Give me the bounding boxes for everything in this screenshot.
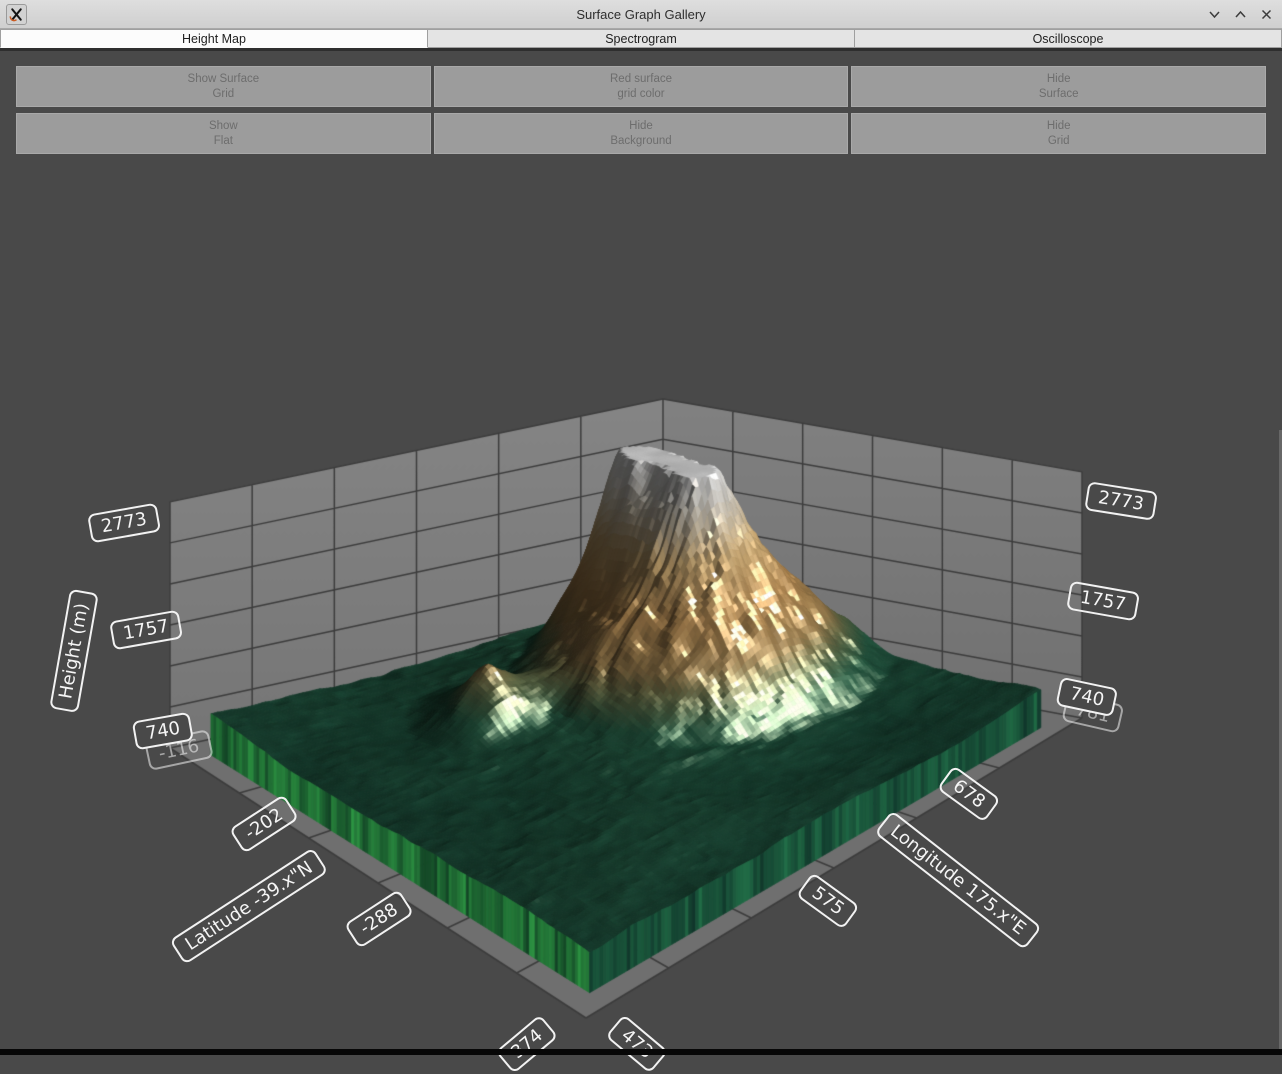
minimize-button[interactable] <box>1206 6 1222 22</box>
close-button[interactable] <box>1258 6 1274 22</box>
toolbar: Show SurfaceGridRed surfacegrid colorHid… <box>16 66 1266 154</box>
button-show-surface-grid[interactable]: Show SurfaceGrid <box>16 66 431 107</box>
tab-height-map[interactable]: Height Map <box>0 29 428 48</box>
tab-spectrogram[interactable]: Spectrogram <box>428 29 855 48</box>
window-title: Surface Graph Gallery <box>0 7 1282 22</box>
button-hide-background[interactable]: HideBackground <box>434 113 849 154</box>
button-red-surface-grid-color[interactable]: Red surfacegrid color <box>434 66 849 107</box>
window-titlebar[interactable]: Surface Graph Gallery <box>0 0 1282 29</box>
x11-app-icon <box>6 4 27 25</box>
button-show-flat[interactable]: ShowFlat <box>16 113 431 154</box>
tab-oscilloscope[interactable]: Oscilloscope <box>855 29 1282 48</box>
button-hide-grid[interactable]: HideGrid <box>851 113 1266 154</box>
surface-plot-canvas[interactable] <box>0 0 1282 1055</box>
toolbar-row-1: Show SurfaceGridRed surfacegrid colorHid… <box>16 66 1266 107</box>
toolbar-row-2: ShowFlatHideBackgroundHideGrid <box>16 113 1266 154</box>
maximize-button[interactable] <box>1232 6 1248 22</box>
tab-bar: Height MapSpectrogramOscilloscope <box>0 29 1282 51</box>
button-hide-surface[interactable]: HideSurface <box>851 66 1266 107</box>
window-controls <box>1206 0 1274 28</box>
bottom-edge-strip <box>0 1049 1282 1055</box>
